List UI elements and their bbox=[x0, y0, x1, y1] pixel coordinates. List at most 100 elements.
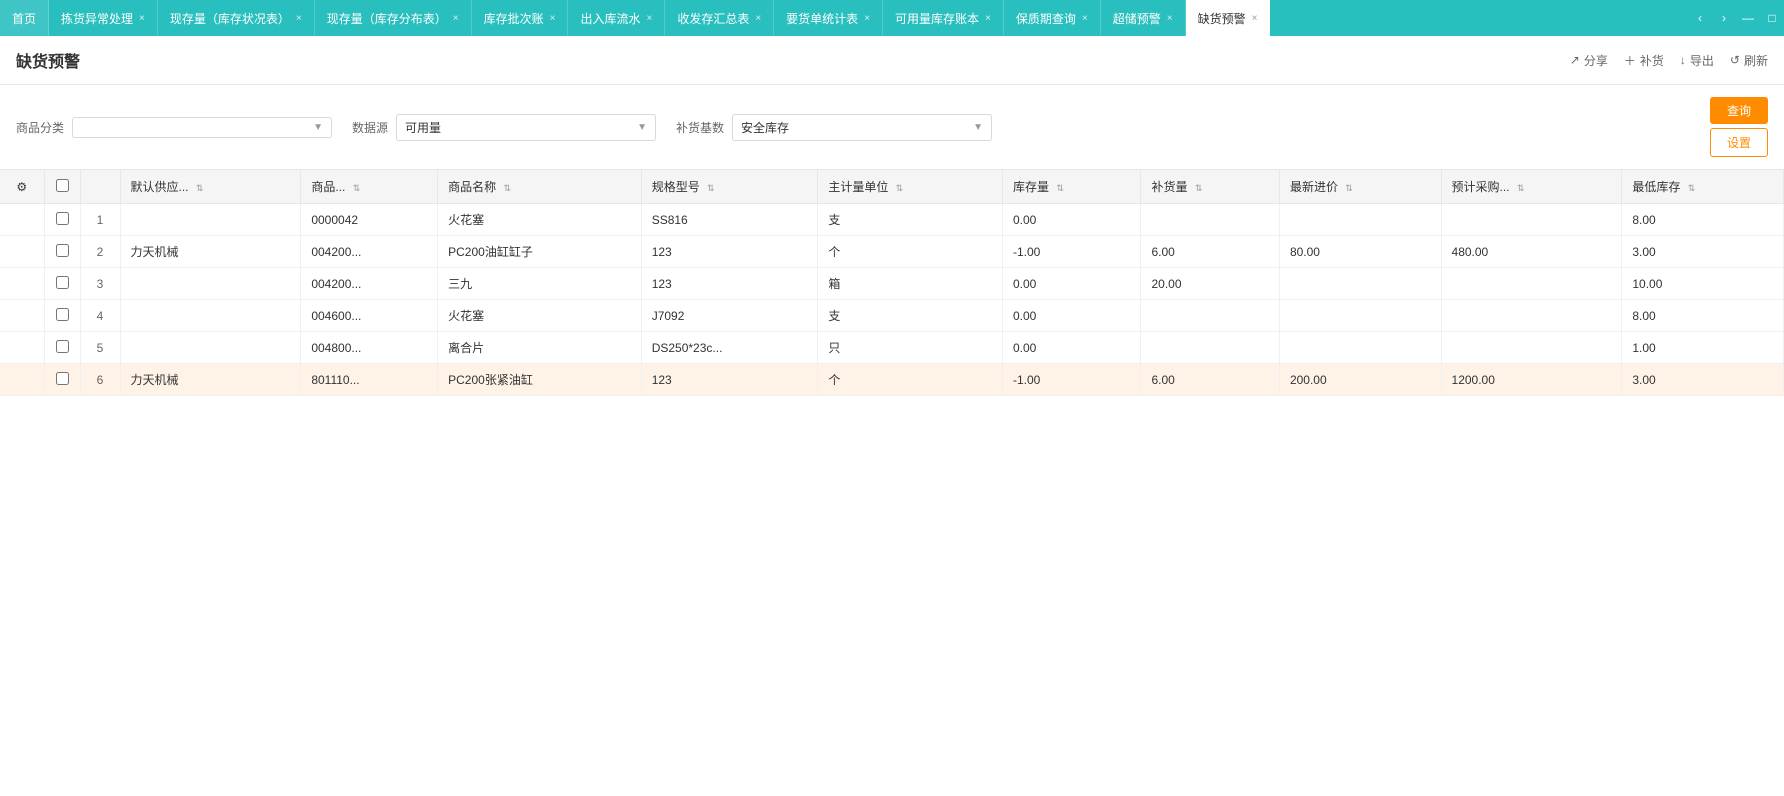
row-product-code-cell: 004200... bbox=[301, 268, 438, 300]
tab-available-ledger[interactable]: 可用量库存账本 × bbox=[883, 0, 1004, 36]
settings-button[interactable]: 设置 bbox=[1710, 128, 1768, 157]
page-header: 缺货预警 ↗ 分享 ＋ 补货 ↓ 导出 ↺ 刷新 bbox=[0, 36, 1784, 85]
row-product-name-cell: 离合片 bbox=[438, 332, 642, 364]
row-stock-cell: 0.00 bbox=[1003, 332, 1141, 364]
tab-home[interactable]: 首页 bbox=[0, 0, 49, 36]
tab-prev-btn[interactable]: ‹ bbox=[1688, 0, 1712, 36]
tab-close-5[interactable]: × bbox=[646, 13, 652, 24]
tab-expiry-query[interactable]: 保质期查询 × bbox=[1004, 0, 1101, 36]
row-checkbox-2[interactable] bbox=[56, 276, 69, 289]
table-row[interactable]: 3 004200... 三九 123 箱 0.00 20.00 10.00 bbox=[0, 268, 1784, 300]
table-row[interactable]: 4 004600... 火花塞 J7092 支 0.00 8.00 bbox=[0, 300, 1784, 332]
row-latest-price-cell: 80.00 bbox=[1279, 236, 1441, 268]
maximize-btn[interactable]: □ bbox=[1760, 0, 1784, 36]
tab-overstock-warning[interactable]: 超储预警 × bbox=[1101, 0, 1186, 36]
replenish-base-filter-group: 补货基数 安全库存 ▼ bbox=[676, 114, 992, 141]
col-default-supplier[interactable]: 默认供应... ⇅ bbox=[120, 170, 301, 204]
datasource-dropdown-icon: ▼ bbox=[637, 122, 647, 133]
col-latest-price[interactable]: 最新进价 ⇅ bbox=[1279, 170, 1441, 204]
row-product-name-cell: 三九 bbox=[438, 268, 642, 300]
row-min-stock-cell: 3.00 bbox=[1622, 364, 1784, 396]
col-spec[interactable]: 规格型号 ⇅ bbox=[641, 170, 818, 204]
col-checkbox[interactable] bbox=[44, 170, 80, 204]
row-checkbox-3[interactable] bbox=[56, 308, 69, 321]
tab-next-btn[interactable]: › bbox=[1712, 0, 1736, 36]
row-product-name-cell: 火花塞 bbox=[438, 300, 642, 332]
tab-close-3[interactable]: × bbox=[453, 13, 459, 24]
row-index-cell: 2 bbox=[80, 236, 120, 268]
tab-close-8[interactable]: × bbox=[985, 13, 991, 24]
category-select[interactable]: ▼ bbox=[72, 117, 332, 138]
row-checkbox-5[interactable] bbox=[56, 372, 69, 385]
tab-close-10[interactable]: × bbox=[1167, 13, 1173, 24]
row-checkbox-4[interactable] bbox=[56, 340, 69, 353]
row-min-stock-cell: 1.00 bbox=[1622, 332, 1784, 364]
tab-inout-flow[interactable]: 出入库流水 × bbox=[568, 0, 665, 36]
replenish-btn[interactable]: ＋ 补货 bbox=[1624, 52, 1664, 69]
replenish-base-select[interactable]: 安全库存 ▼ bbox=[732, 114, 992, 141]
tab-current-stock-status[interactable]: 现存量（库存状况表） × bbox=[158, 0, 315, 36]
tab-close-9[interactable]: × bbox=[1082, 13, 1088, 24]
col-replenish-qty[interactable]: 补货量 ⇅ bbox=[1141, 170, 1279, 204]
datasource-label: 数据源 bbox=[352, 119, 388, 136]
settings-icon: ⚙ bbox=[16, 180, 27, 194]
row-product-name-cell: 火花塞 bbox=[438, 204, 642, 236]
tab-picking-exception[interactable]: 拣货异常处理 × bbox=[49, 0, 158, 36]
row-spec-cell: J7092 bbox=[641, 300, 818, 332]
tab-batch-account[interactable]: 库存批次账 × bbox=[472, 0, 569, 36]
tab-close-1[interactable]: × bbox=[139, 13, 145, 24]
table-row[interactable]: 5 004800... 离合片 DS250*23c... 只 0.00 1.00 bbox=[0, 332, 1784, 364]
row-supplier-cell bbox=[120, 332, 301, 364]
row-stock-cell: -1.00 bbox=[1003, 236, 1141, 268]
row-checkbox-cell[interactable] bbox=[44, 236, 80, 268]
tab-close-11[interactable]: × bbox=[1252, 13, 1258, 24]
col-product-name[interactable]: 商品名称 ⇅ bbox=[438, 170, 642, 204]
row-checkbox-cell[interactable] bbox=[44, 204, 80, 236]
tab-close-2[interactable]: × bbox=[296, 13, 302, 24]
row-checkbox-cell[interactable] bbox=[44, 364, 80, 396]
tab-close-7[interactable]: × bbox=[864, 13, 870, 24]
tab-current-stock-dist[interactable]: 现存量（库存分布表） × bbox=[315, 0, 472, 36]
row-settings-cell bbox=[0, 268, 44, 300]
row-settings-cell bbox=[0, 332, 44, 364]
row-product-code-cell: 004200... bbox=[301, 236, 438, 268]
tab-close-6[interactable]: × bbox=[755, 13, 761, 24]
tab-receipt-summary[interactable]: 收发存汇总表 × bbox=[665, 0, 774, 36]
query-button[interactable]: 查询 bbox=[1710, 97, 1768, 124]
row-checkbox-1[interactable] bbox=[56, 244, 69, 257]
row-estimated-purchase-cell bbox=[1441, 332, 1622, 364]
col-settings[interactable]: ⚙ bbox=[0, 170, 44, 204]
col-min-stock[interactable]: 最低库存 ⇅ bbox=[1622, 170, 1784, 204]
row-estimated-purchase-cell: 1200.00 bbox=[1441, 364, 1622, 396]
table-row[interactable]: 2 力天机械 004200... PC200油缸缸子 123 个 -1.00 6… bbox=[0, 236, 1784, 268]
minimize-btn[interactable]: — bbox=[1736, 0, 1760, 36]
table-header-row: ⚙ 默认供应... ⇅ 商品... ⇅ 商品名称 bbox=[0, 170, 1784, 204]
datasource-select[interactable]: 可用量 ▼ bbox=[396, 114, 656, 141]
stock-sort-icon: ⇅ bbox=[1056, 183, 1064, 194]
tab-close-4[interactable]: × bbox=[550, 13, 556, 24]
row-min-stock-cell: 10.00 bbox=[1622, 268, 1784, 300]
row-replenish-qty-cell: 6.00 bbox=[1141, 236, 1279, 268]
share-btn[interactable]: ↗ 分享 bbox=[1570, 52, 1608, 69]
col-stock[interactable]: 库存量 ⇅ bbox=[1003, 170, 1141, 204]
tab-demand-stats[interactable]: 要货单统计表 × bbox=[774, 0, 883, 36]
row-replenish-qty-cell: 20.00 bbox=[1141, 268, 1279, 300]
col-product-code[interactable]: 商品... ⇅ bbox=[301, 170, 438, 204]
table-row[interactable]: 6 力天机械 801110... PC200张紧油缸 123 个 -1.00 6… bbox=[0, 364, 1784, 396]
select-all-checkbox[interactable] bbox=[56, 179, 69, 192]
col-estimated-purchase[interactable]: 预计采购... ⇅ bbox=[1441, 170, 1622, 204]
datasource-filter-group: 数据源 可用量 ▼ bbox=[352, 114, 656, 141]
row-latest-price-cell: 200.00 bbox=[1279, 364, 1441, 396]
code-sort-icon: ⇅ bbox=[353, 183, 361, 194]
row-checkbox-cell[interactable] bbox=[44, 268, 80, 300]
refresh-btn[interactable]: ↺ 刷新 bbox=[1730, 52, 1768, 69]
export-btn[interactable]: ↓ 导出 bbox=[1680, 52, 1714, 69]
row-supplier-cell bbox=[120, 300, 301, 332]
row-checkbox-0[interactable] bbox=[56, 212, 69, 225]
row-checkbox-cell[interactable] bbox=[44, 300, 80, 332]
tab-shortage-warning[interactable]: 缺货预警 × bbox=[1186, 0, 1271, 36]
table-row[interactable]: 1 0000042 火花塞 SS816 支 0.00 8.00 bbox=[0, 204, 1784, 236]
replenish-base-label: 补货基数 bbox=[676, 119, 724, 136]
col-unit[interactable]: 主计量单位 ⇅ bbox=[818, 170, 1003, 204]
row-checkbox-cell[interactable] bbox=[44, 332, 80, 364]
